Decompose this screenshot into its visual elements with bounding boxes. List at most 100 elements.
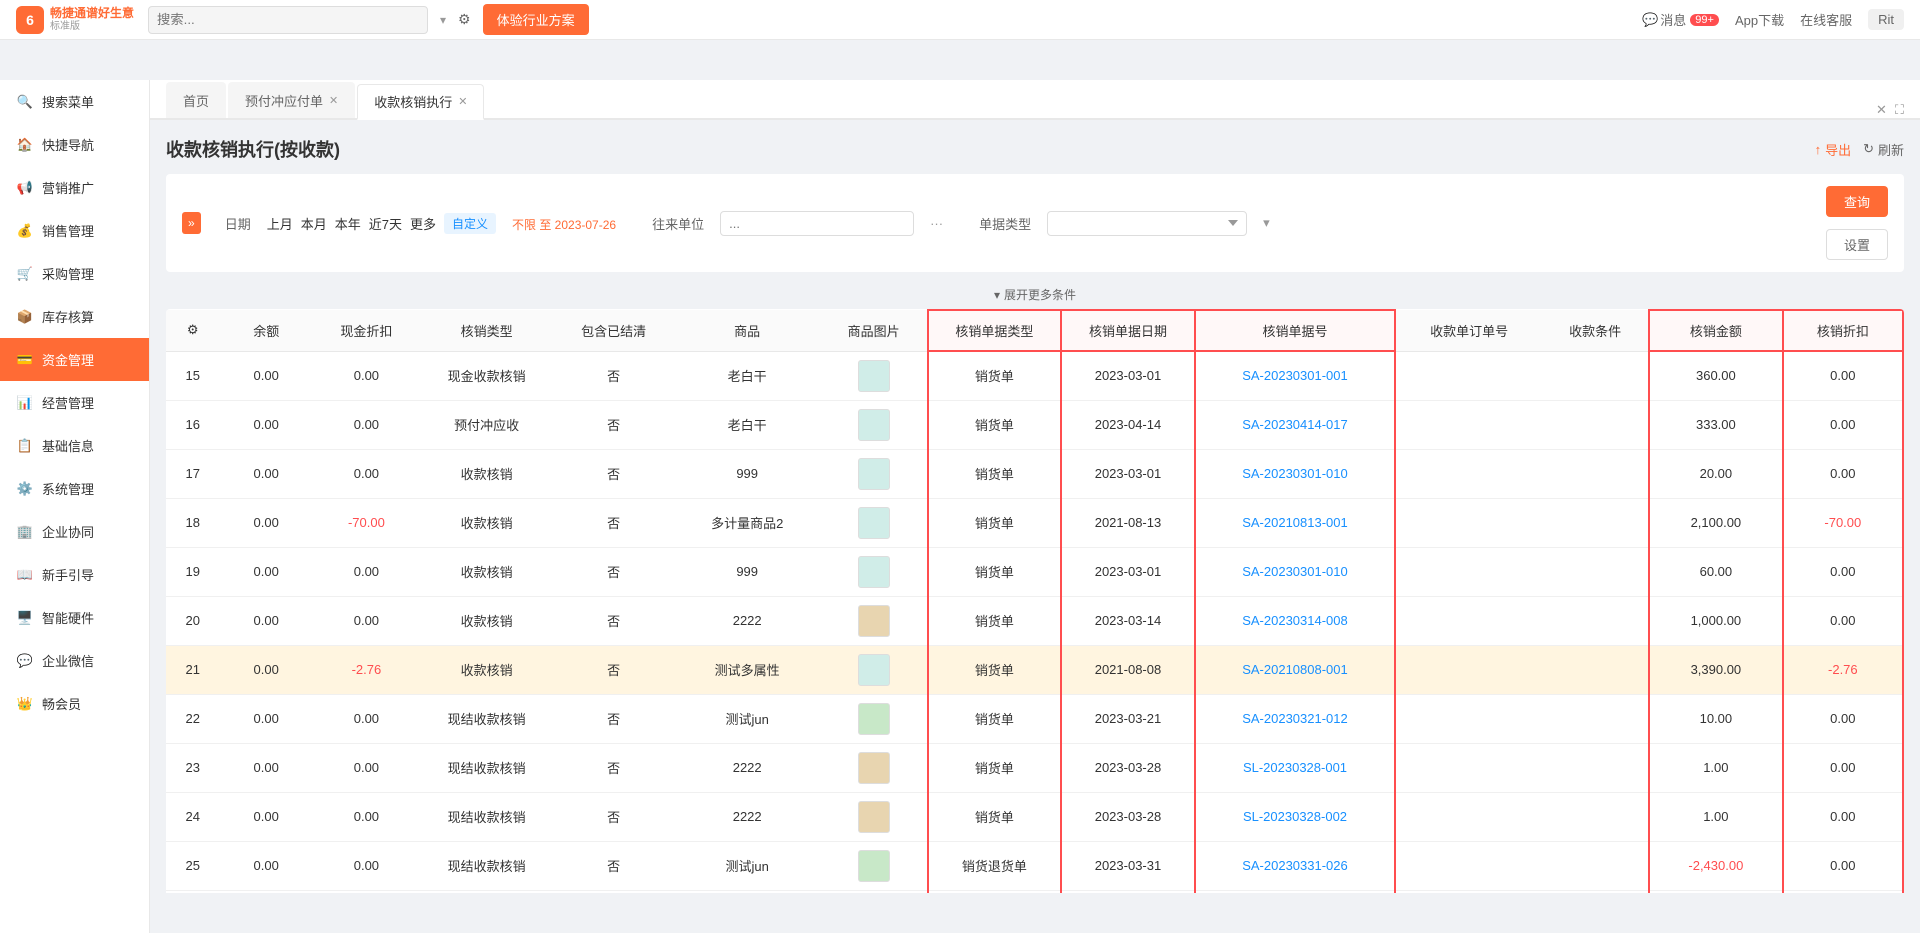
cell-product-img	[821, 351, 928, 400]
cell-product-img	[821, 547, 928, 596]
cell-receipt-cond	[1542, 596, 1649, 645]
basic-info-icon: 📋	[16, 437, 34, 455]
sidebar-item-guide[interactable]: 📖新手引导	[0, 553, 149, 596]
app-download-btn[interactable]: App下载	[1735, 10, 1784, 29]
cell-verify-no[interactable]: SA-20230301-010	[1195, 449, 1395, 498]
cell-verify-no[interactable]: SA-20210813-001	[1195, 498, 1395, 547]
table-row[interactable]: 19 0.00 0.00 收款核销 否 999 销货单 2023-03-01 S…	[166, 547, 1903, 596]
filter-last-month[interactable]: 上月	[267, 214, 293, 233]
table-row[interactable]: 21 0.00 -2.76 收款核销 否 测试多属性 销货单 2021-08-0…	[166, 645, 1903, 694]
setting-btn[interactable]: 设置	[1826, 229, 1888, 260]
tab-bar: 首页 预付冲应付单 ✕ 收款核销执行 ✕ ✕ ⛶	[150, 80, 1920, 120]
tab-close-all[interactable]: ✕	[1876, 102, 1887, 118]
sidebar: 🔍搜索菜单🏠快捷导航📢营销推广💰销售管理🛒采购管理📦库存核算💳资金管理📊经营管理…	[0, 80, 150, 933]
type-select[interactable]	[1047, 211, 1247, 236]
cell-verify-no[interactable]: SA-20230301-010	[1195, 547, 1395, 596]
table-row[interactable]: 23 0.00 0.00 现结收款核销 否 2222 销货单 2023-03-2…	[166, 743, 1903, 792]
sidebar-item-operation[interactable]: 📊经营管理	[0, 381, 149, 424]
expand-more-btn[interactable]: ▾ 展开更多条件	[166, 280, 1904, 309]
refresh-btn[interactable]: ↻ 刷新	[1863, 140, 1904, 159]
filter-this-month[interactable]: 本月	[301, 214, 327, 233]
table-row[interactable]: 18 0.00 -70.00 收款核销 否 多计量商品2 销货单 2021-08…	[166, 498, 1903, 547]
sidebar-item-hardware[interactable]: 🖥️智能硬件	[0, 596, 149, 639]
cell-verify-no[interactable]: SA-20230331-026	[1195, 841, 1395, 890]
sidebar-item-purchase[interactable]: 🛒采购管理	[0, 252, 149, 295]
dropdown-arrow[interactable]: ▾	[440, 13, 446, 27]
cell-verify-no[interactable]: SA-20230321-012	[1195, 694, 1395, 743]
user-name[interactable]: Rit	[1868, 9, 1904, 30]
sidebar-item-basic-info[interactable]: 📋基础信息	[0, 424, 149, 467]
cell-verify-no[interactable]: SA-20230414-017	[1195, 400, 1395, 449]
cell-product-img	[821, 596, 928, 645]
cell-balance: 0.00	[219, 351, 313, 400]
sidebar-item-capital[interactable]: 💳资金管理	[0, 338, 149, 381]
sidebar-item-enterprise[interactable]: 🏢企业协同	[0, 510, 149, 553]
type-select-arrow[interactable]: ▾	[1263, 215, 1270, 231]
sidebar-item-quick-nav[interactable]: 🏠快捷导航	[0, 123, 149, 166]
sidebar-item-member[interactable]: 👑畅会员	[0, 682, 149, 725]
cell-type: 预付冲应收	[420, 400, 554, 449]
sidebar-label-search-menu: 搜索菜单	[42, 92, 94, 111]
cell-product-img	[821, 694, 928, 743]
cell-balance: 0.00	[219, 498, 313, 547]
sidebar-item-search-menu[interactable]: 🔍搜索菜单	[0, 80, 149, 123]
table-row[interactable]: 22 0.00 0.00 现结收款核销 否 测试jun 销货单 2023-03-…	[166, 694, 1903, 743]
cell-verify-no[interactable]: SA-20230301-001	[1195, 351, 1395, 400]
tab-prepay[interactable]: 预付冲应付单 ✕	[228, 82, 355, 118]
tab-prepay-close[interactable]: ✕	[329, 94, 338, 107]
cell-verify-amount: 360.00	[1649, 351, 1783, 400]
cell-cash-discount: 0.00	[313, 596, 420, 645]
cell-verify-no[interactable]: SA-20230314-008	[1195, 596, 1395, 645]
cell-verify-discount: 0.00	[1783, 547, 1903, 596]
export-btn[interactable]: ↑ 导出	[1815, 140, 1852, 159]
cell-type: 现结收款核销	[420, 694, 554, 743]
top-actions: 💬 消息 99+ App下载 在线客服 Rit	[1642, 9, 1904, 30]
cell-receipt-cond	[1542, 841, 1649, 890]
industry-btn[interactable]: 体验行业方案	[483, 4, 589, 35]
cell-balance: 0.00	[219, 645, 313, 694]
data-table: ⚙ 余额 现金折扣 核销类型 包含已结清 商品 商品图片 核销单据类型 核销单据…	[166, 309, 1904, 893]
table-row[interactable]: 25 0.00 0.00 现结收款核销 否 测试jun 销货退货单 2023-0…	[166, 841, 1903, 890]
cell-verify-date: 2023-04-14	[1061, 400, 1195, 449]
settings-icon[interactable]: ⚙	[458, 11, 471, 28]
table-header-row: ⚙ 余额 现金折扣 核销类型 包含已结清 商品 商品图片 核销单据类型 核销单据…	[166, 310, 1903, 351]
sidebar-item-wechat[interactable]: 💬企业微信	[0, 639, 149, 682]
cell-verify-no[interactable]: SL-20230328-001	[1195, 743, 1395, 792]
cell-verify-amount: 20.00	[1649, 449, 1783, 498]
top-search-input[interactable]	[148, 6, 428, 34]
tab-home[interactable]: 首页	[166, 82, 226, 118]
filter-more[interactable]: 更多	[410, 214, 436, 233]
cell-no: 15	[166, 351, 219, 400]
cell-verify-no[interactable]: SL-20230328-002	[1195, 792, 1395, 841]
table-row[interactable]: 20 0.00 0.00 收款核销 否 2222 销货单 2023-03-14 …	[166, 596, 1903, 645]
cell-verify-amount: 1.00	[1649, 743, 1783, 792]
cell-verify-type: 销货单	[928, 596, 1062, 645]
sidebar-item-inventory[interactable]: 📦库存核算	[0, 295, 149, 338]
sidebar-item-sales[interactable]: 💰销售管理	[0, 209, 149, 252]
from-input[interactable]	[720, 211, 914, 236]
cell-verify-amount: 333.00	[1649, 400, 1783, 449]
cell-verify-no[interactable]: SA-20210808-001	[1195, 645, 1395, 694]
th-gear[interactable]: ⚙	[166, 310, 219, 351]
cell-receipt-cond	[1542, 449, 1649, 498]
table-row[interactable]: 16 0.00 0.00 预付冲应收 否 老白干 销货单 2023-04-14 …	[166, 400, 1903, 449]
sidebar-item-system[interactable]: ⚙️系统管理	[0, 467, 149, 510]
online-support-btn[interactable]: 在线客服	[1800, 10, 1852, 29]
cell-verify-amount: 60.00	[1649, 547, 1783, 596]
th-included: 包含已结清	[553, 310, 673, 351]
filter-custom[interactable]: 自定义	[444, 213, 496, 234]
tab-collection-close[interactable]: ✕	[458, 95, 467, 108]
filter-7days[interactable]: 近7天	[369, 214, 402, 233]
sidebar-item-marketing[interactable]: 📢营销推广	[0, 166, 149, 209]
table-row[interactable]: 15 0.00 0.00 现金收款核销 否 老白干 销货单 2023-03-01…	[166, 351, 1903, 400]
th-verify-amount: 核销金额	[1649, 310, 1783, 351]
table-row[interactable]: 24 0.00 0.00 现结收款核销 否 2222 销货单 2023-03-2…	[166, 792, 1903, 841]
filter-this-year[interactable]: 本年	[335, 214, 361, 233]
messages-btn[interactable]: 💬 消息 99+	[1642, 10, 1719, 29]
cell-verify-discount: 0.00	[1783, 449, 1903, 498]
tab-collection[interactable]: 收款核销执行 ✕	[357, 84, 484, 120]
filter-collapse-btn[interactable]: »	[182, 212, 201, 234]
tab-maximize[interactable]: ⛶	[1895, 102, 1904, 118]
table-row[interactable]: 17 0.00 0.00 收款核销 否 999 销货单 2023-03-01 S…	[166, 449, 1903, 498]
query-btn[interactable]: 查询	[1826, 186, 1888, 217]
